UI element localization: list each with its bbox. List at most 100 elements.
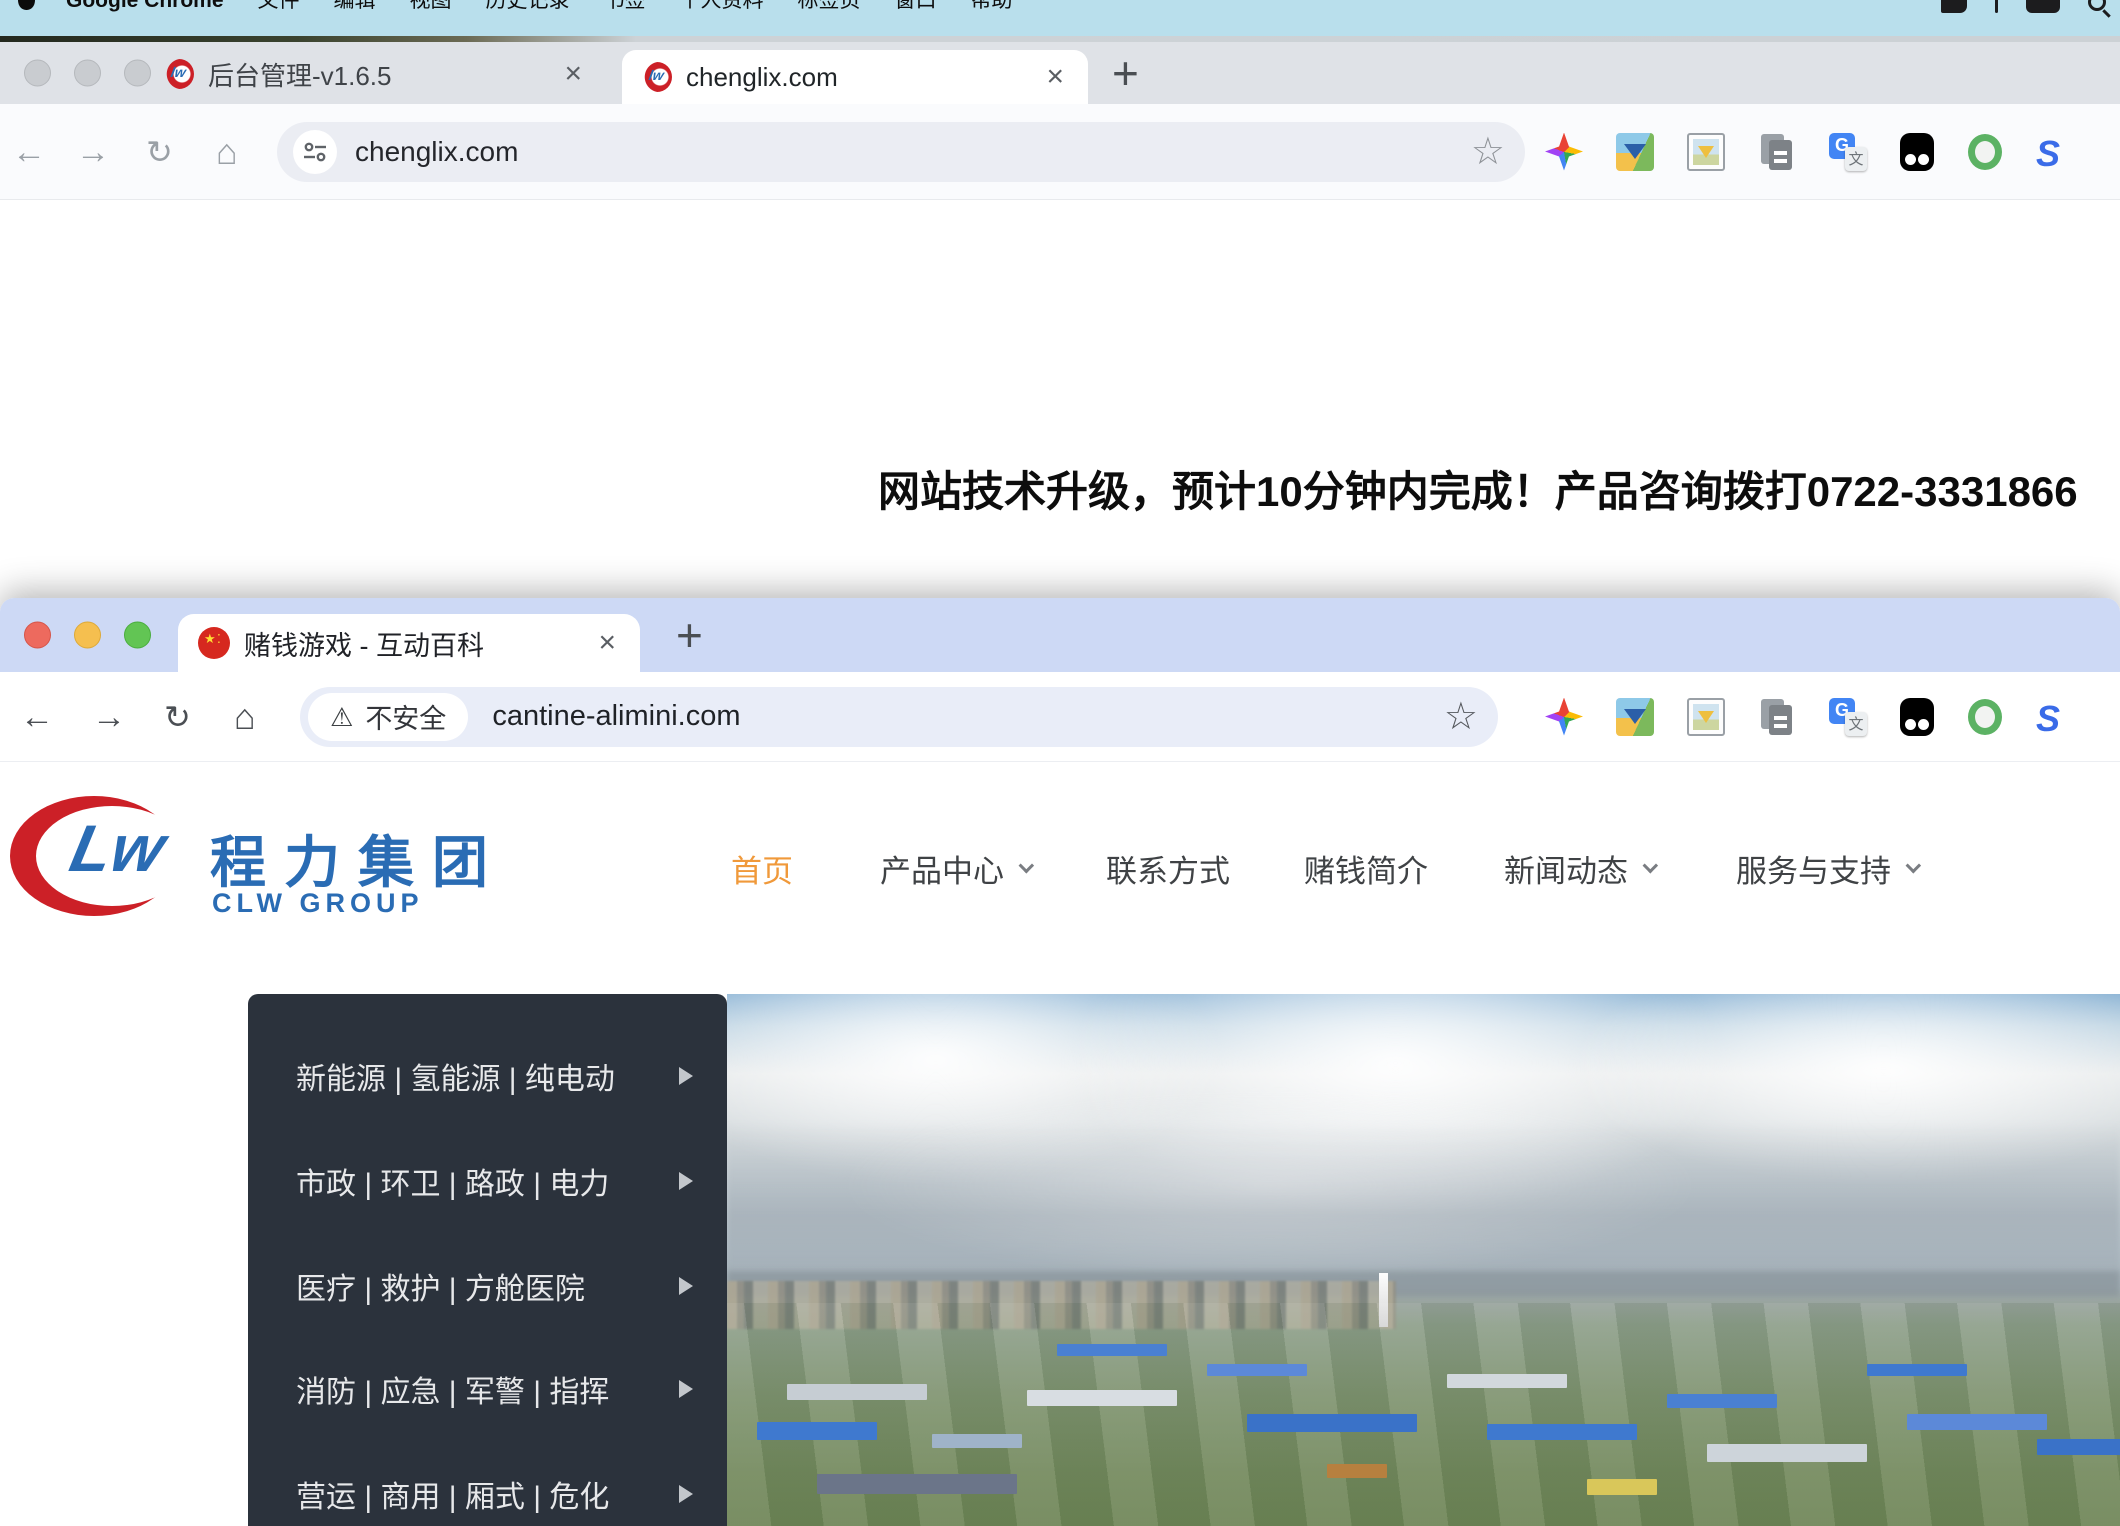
menubar-divider [1995,0,1998,13]
menubar-item-profiles[interactable]: 个人资料 [663,0,781,14]
menubar-item-history[interactable]: 历史记录 [469,0,587,14]
extension-dark-mode-icon[interactable] [1900,698,1934,736]
chevron-down-icon [1019,858,1035,874]
new-tab-button[interactable]: + [1112,50,1139,96]
window-controls [24,622,151,649]
back-icon[interactable]: ← [12,135,46,169]
nav-label: 赌钱简介 [1304,846,1428,891]
extension-green-ring-icon[interactable] [1967,698,2003,736]
hero-image [727,994,2120,1526]
product-category-sidebar: 新能源 | 氢能源 | 纯电动 市政 | 环卫 | 路政 | 电力 医疗 | 救… [248,994,727,1526]
address-bar[interactable]: ⚠ 不安全 cantine-alimini.com ☆ [300,687,1498,747]
menubar-item-file[interactable]: 文件 [241,0,317,14]
back-icon[interactable]: ← [20,700,54,734]
nav-intro[interactable]: 赌钱简介 [1304,846,1428,891]
chevron-down-icon [1643,858,1659,874]
close-tab-icon[interactable]: × [594,628,620,658]
menubar-status-icons [1941,0,2106,13]
menubar-item-window[interactable]: 窗口 [878,0,954,14]
tab-strip: 赌钱游戏 - 互动百科 × + [0,598,2120,672]
screen-status-icon[interactable] [2026,0,2060,13]
sidebar-item-municipal[interactable]: 市政 | 环卫 | 路政 | 电力 [296,1159,693,1203]
close-tab-icon[interactable]: × [1042,62,1068,92]
tab-chenglix[interactable]: chenglix.com × [622,50,1088,104]
menubar-item-view[interactable]: 视图 [393,0,469,14]
tab-title: chenglix.com [686,62,1042,93]
extension-s-icon[interactable]: S [2036,133,2074,171]
arrow-right-icon [679,1067,693,1085]
tab-admin[interactable]: 后台管理-v1.6.5 × [150,48,600,100]
extension-image-downloader-icon[interactable] [1616,698,1654,736]
extension-translate-icon[interactable] [1829,133,1867,171]
hero-shape [2037,1439,2120,1455]
extension-dark-mode-icon[interactable] [1900,133,1934,171]
close-window-button[interactable] [24,622,51,649]
menubar-item-tabs[interactable]: 标签页 [781,0,878,14]
menubar-items: Google Chrome 文件 编辑 视图 历史记录 书签 个人资料 标签页 … [0,0,2120,14]
logo-name-cn: 程力集团 [210,818,506,899]
extension-image-downloader-icon[interactable] [1616,133,1654,171]
extension-photo-save-icon[interactable] [1687,698,1725,736]
nav-label: 新闻动态 [1504,846,1628,891]
minimize-window-button[interactable] [74,622,101,649]
extensions-row: 1 S [1545,698,2074,736]
extension-pinwheel-icon[interactable]: 1 [1545,698,1583,736]
extension-copy-icon[interactable] [1758,133,1796,171]
menubar-item-help[interactable]: 帮助 [954,0,1030,14]
nav-label: 首页 [731,846,793,891]
menubar-item-edit[interactable]: 编辑 [317,0,393,14]
url-text[interactable]: chenglix.com [355,136,518,168]
zoom-window-button[interactable] [124,60,151,87]
reload-icon[interactable]: ↻ [164,701,191,733]
hero-shape [1907,1414,2047,1430]
forward-icon[interactable]: → [76,135,110,169]
sidebar-item-label: 市政 | 环卫 | 路政 | 电力 [296,1159,609,1203]
menubar-app-name[interactable]: Google Chrome [49,0,241,14]
nav-label: 产品中心 [880,846,1004,891]
home-icon[interactable]: ⌂ [216,134,238,170]
clw-logo[interactable]: Lw 程力集团 CLW GROUP [10,792,510,928]
address-bar[interactable]: chenglix.com ☆ [277,122,1525,182]
extension-photo-save-icon[interactable] [1687,133,1725,171]
extension-green-ring-icon[interactable] [1967,133,2003,171]
close-tab-icon[interactable]: × [560,59,586,89]
chat-status-icon[interactable] [1941,0,1967,13]
sidebar-item-fire[interactable]: 消防 | 应急 | 军警 | 指挥 [296,1367,693,1411]
forward-icon[interactable]: → [92,700,126,734]
tab-baike[interactable]: 赌钱游戏 - 互动百科 × [178,614,640,672]
tab-title: 后台管理-v1.6.5 [208,56,560,93]
sidebar-item-label: 消防 | 应急 | 军警 | 指挥 [296,1367,609,1411]
extension-translate-icon[interactable] [1829,698,1867,736]
home-icon[interactable]: ⌂ [234,699,256,735]
hero-shape [757,1422,877,1440]
upgrade-banner-text: 网站技术升级，预计10分钟内完成！产品咨询拨打0722-3331866 [878,458,2078,519]
security-chip[interactable]: ⚠ 不安全 [308,693,468,741]
menubar-item-bookmarks[interactable]: 书签 [587,0,663,14]
nav-products[interactable]: 产品中心 [880,846,1029,891]
extension-s-icon[interactable]: S [2036,698,2074,736]
site-settings-icon[interactable] [293,130,337,174]
clw-website: Lw 程力集团 CLW GROUP 首页 产品中心 联系方式 赌钱简介 新闻动态… [0,762,2120,1526]
nav-support[interactable]: 服务与支持 [1736,846,1916,891]
bookmark-star-icon[interactable]: ☆ [1444,698,1478,736]
sidebar-item-new-energy[interactable]: 新能源 | 氢能源 | 纯电动 [296,1054,693,1098]
sidebar-item-medical[interactable]: 医疗 | 救护 | 方舱医院 [296,1264,693,1308]
hero-shape [1057,1344,1167,1356]
extension-pinwheel-icon[interactable]: 科 [1545,133,1583,171]
bookmark-star-icon[interactable]: ☆ [1471,133,1505,171]
spotlight-search-icon[interactable] [2088,0,2106,11]
nav-news[interactable]: 新闻动态 [1504,846,1653,891]
nav-contact[interactable]: 联系方式 [1106,846,1230,891]
new-tab-button[interactable]: + [676,612,703,658]
sidebar-item-commercial[interactable]: 营运 | 商用 | 厢式 | 危化 [296,1472,693,1516]
toolbar: ← → ↻ ⌂ chenglix.com ☆ 科 S [0,104,2120,200]
zoom-window-button[interactable] [124,622,151,649]
apple-icon[interactable] [18,0,35,10]
nav-home[interactable]: 首页 [731,846,793,891]
flag-favicon-icon [198,627,230,659]
extension-copy-icon[interactable] [1758,698,1796,736]
minimize-window-button[interactable] [74,60,101,87]
close-window-button[interactable] [24,60,51,87]
reload-icon[interactable]: ↻ [146,136,173,168]
url-text[interactable]: cantine-alimini.com [492,700,740,733]
